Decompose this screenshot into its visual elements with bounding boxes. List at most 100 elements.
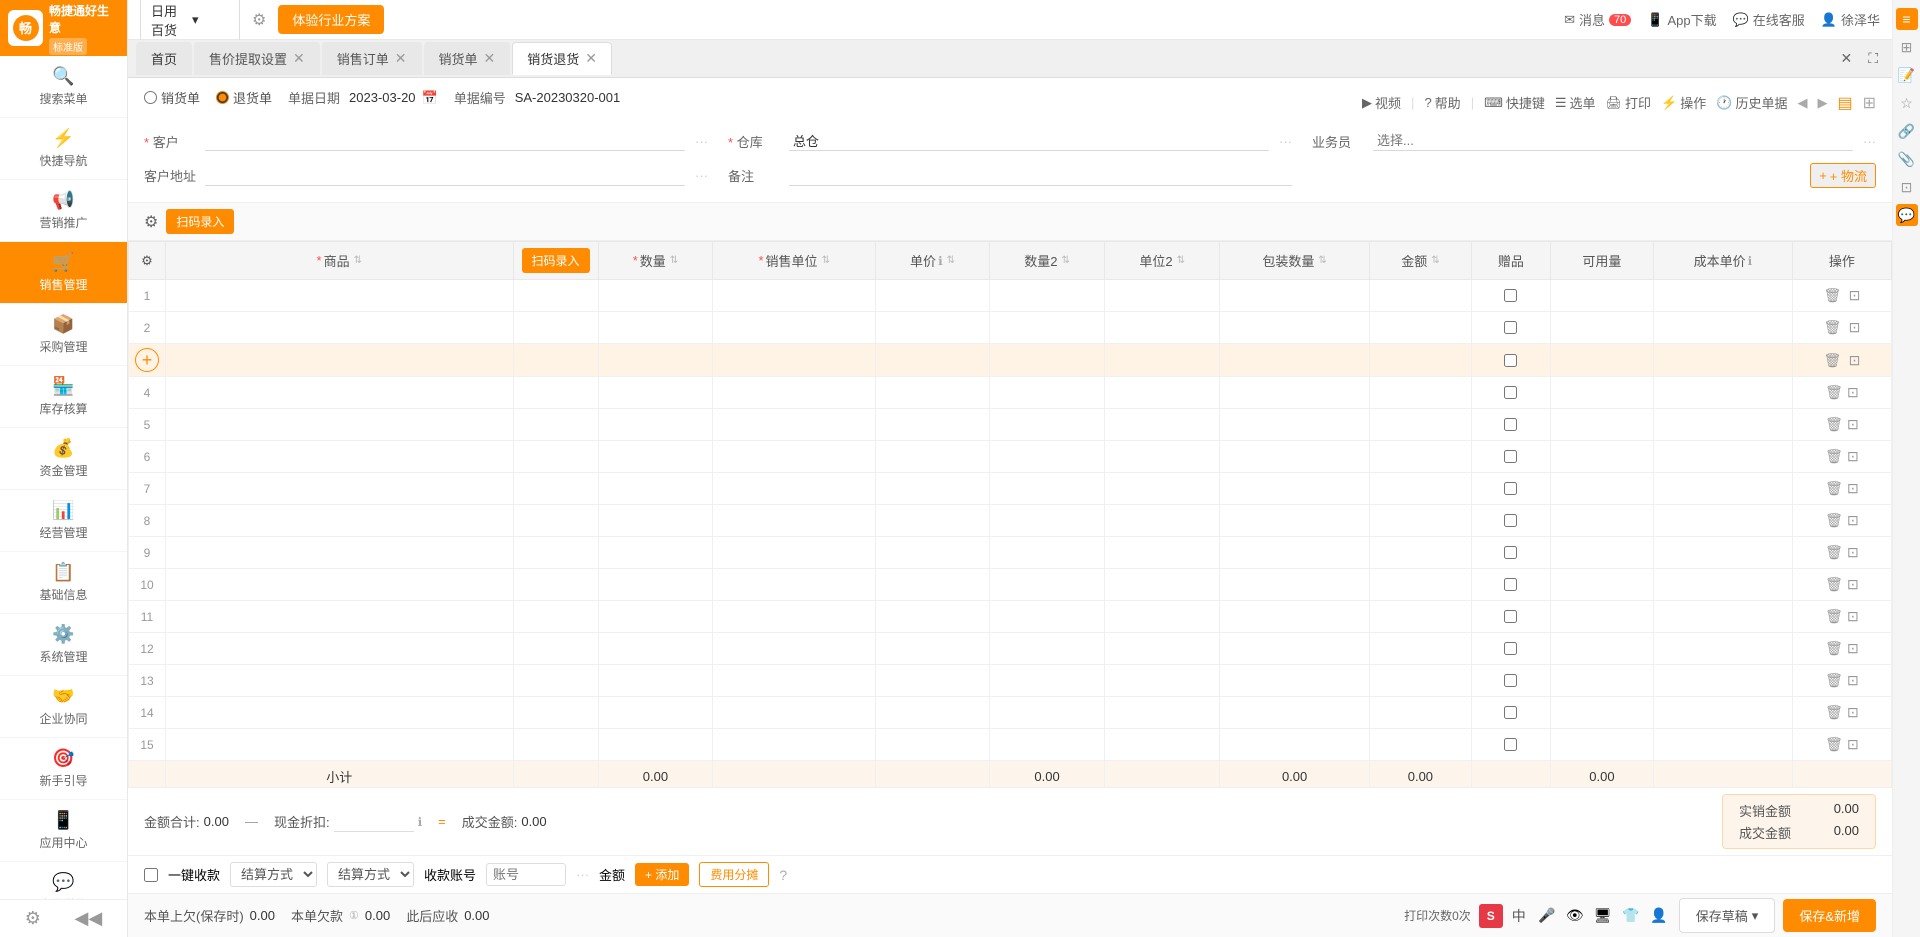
tab-maximize-btn[interactable]: ⛶ — [1862, 46, 1884, 71]
copy-row-btn[interactable]: ⊡ — [1845, 638, 1861, 659]
copy-row-btn[interactable]: ⊡ — [1845, 702, 1861, 723]
warehouse-picker-btn[interactable]: ··· — [1279, 134, 1292, 149]
bank-picker-btn[interactable]: ··· — [576, 867, 589, 882]
sidebar-item-search[interactable]: 🔍 搜索菜单 — [0, 56, 127, 118]
gift-checkbox[interactable] — [1504, 482, 1517, 495]
tab-sales-return[interactable]: 销货退货 ✕ — [512, 42, 612, 75]
tab-sales-delivery-close[interactable]: ✕ — [484, 50, 496, 67]
rt-star-btn[interactable]: ☆ — [1896, 92, 1918, 114]
pkg-qty-sort-icon[interactable]: ⇅ — [1318, 255, 1326, 266]
rt-notes-btn[interactable]: 📝 — [1896, 64, 1918, 86]
unit2-sort-icon[interactable]: ⇅ — [1177, 255, 1185, 266]
payment-help-icon[interactable]: ? — [779, 867, 787, 883]
col-settings[interactable]: ⚙ — [129, 242, 166, 280]
copy-row-btn[interactable]: ⊡ — [1845, 606, 1861, 627]
tab-price-setting-close[interactable]: ✕ — [293, 50, 305, 67]
copy-row-btn[interactable]: ⊡ — [1845, 382, 1861, 403]
col-scan-btn[interactable]: 扫码录入 — [522, 248, 590, 273]
sidebar-item-enterprise[interactable]: 🤝 企业协同 — [0, 676, 127, 738]
sidebar-item-purchase[interactable]: 📦 采购管理 — [0, 304, 127, 366]
delete-row-btn[interactable]: 🗑 — [1823, 734, 1845, 755]
split-btn[interactable]: 费用分摊 — [699, 862, 769, 887]
demo-btn[interactable]: 体验行业方案 — [278, 5, 384, 34]
sidebar-item-guide[interactable]: 🎯 新手引导 — [0, 738, 127, 800]
save-draft-btn[interactable]: 保存草稿 ▾ — [1679, 898, 1776, 933]
topbar-gear-icon[interactable]: ⚙ — [248, 6, 270, 34]
tab-sales-order[interactable]: 销售订单 ✕ — [322, 42, 422, 75]
amount-sort-icon[interactable]: ⇅ — [1431, 255, 1439, 266]
customer-input[interactable] — [205, 131, 685, 151]
sidebar-item-wechat[interactable]: 💬 企业微信 — [0, 862, 127, 899]
help-btn[interactable]: ? 帮助 — [1424, 93, 1460, 112]
taskbar-icon-shirt[interactable]: 👕 — [1619, 904, 1643, 928]
taskbar-icon-mic[interactable]: 🎤 — [1535, 904, 1559, 928]
delete-row-btn[interactable]: 🗑 — [1823, 638, 1845, 659]
cost-price-cell[interactable] — [1653, 312, 1792, 344]
history-btn[interactable]: 🕐 历史单据 — [1716, 93, 1787, 112]
qty2-cell[interactable] — [990, 312, 1105, 344]
copy-row-btn[interactable]: ⊡ — [1847, 317, 1863, 338]
copy-row-btn[interactable]: ⊡ — [1845, 574, 1861, 595]
operate-btn[interactable]: ⚡ 操作 — [1661, 93, 1706, 112]
copy-row-btn[interactable]: ⊡ — [1845, 510, 1861, 531]
sidebar-item-basic[interactable]: 📋 基础信息 — [0, 552, 127, 614]
nav-next-btn[interactable]: ▶ — [1817, 95, 1827, 111]
gift-checkbox[interactable] — [1504, 674, 1517, 687]
price-sort-icon[interactable]: ⇅ — [947, 255, 955, 266]
tab-home[interactable]: 首页 — [136, 42, 192, 75]
qty-cell[interactable] — [598, 344, 713, 377]
copy-row-btn[interactable]: ⊡ — [1847, 285, 1863, 306]
taskbar-icon-s[interactable]: S — [1479, 904, 1503, 928]
delete-row-btn[interactable]: 🗑 — [1823, 606, 1845, 627]
gift-checkbox[interactable] — [1504, 450, 1517, 463]
unit-cell[interactable] — [713, 344, 876, 377]
qty2-cell[interactable] — [990, 280, 1105, 312]
gift-cell[interactable] — [1471, 312, 1550, 344]
industry-select[interactable]: 日用百货 ▾ — [140, 0, 240, 44]
copy-row-btn[interactable]: ⊡ — [1845, 446, 1861, 467]
sidebar-item-shortcut[interactable]: ⚡ 快捷导航 — [0, 118, 127, 180]
available-cell[interactable] — [1550, 344, 1653, 377]
unit-cell[interactable] — [713, 280, 876, 312]
unit2-cell[interactable] — [1105, 280, 1220, 312]
amount-cell[interactable] — [1369, 280, 1471, 312]
remark-input[interactable] — [789, 166, 1292, 186]
delete-row-btn[interactable]: 🗑 — [1823, 382, 1845, 403]
delete-row-btn[interactable]: 🗑 — [1823, 478, 1845, 499]
pkg-qty-cell[interactable] — [1220, 344, 1370, 377]
calendar-icon[interactable]: 📅 — [422, 90, 438, 106]
delete-row-btn[interactable]: 🗑 — [1823, 702, 1845, 723]
tab-price-setting[interactable]: 售价提取设置 ✕ — [194, 42, 320, 75]
delete-row-btn[interactable]: 🗑 — [1823, 574, 1845, 595]
view-list-icon[interactable]: ▤ — [1837, 93, 1852, 113]
print-btn[interactable]: 🖨 打印 — [1606, 93, 1652, 112]
gift-checkbox[interactable] — [1504, 578, 1517, 591]
bank-input[interactable] — [486, 863, 566, 886]
online-service-btn[interactable]: 💬 在线客服 — [1733, 10, 1805, 29]
amount-cell[interactable] — [1369, 312, 1471, 344]
amount-cell[interactable] — [1369, 344, 1471, 377]
price-cell[interactable] — [876, 344, 990, 377]
gift-checkbox[interactable] — [1504, 610, 1517, 623]
tab-sales-return-close[interactable]: ✕ — [585, 50, 597, 67]
settlement-select[interactable]: 结算方式 — [230, 862, 317, 887]
delete-row-btn[interactable]: 🗑 — [1822, 317, 1844, 338]
add-payment-btn[interactable]: + 添加 — [635, 863, 689, 886]
radio-return-input[interactable] — [216, 91, 229, 104]
taskbar-icon-monitor[interactable]: 🖥 — [1591, 904, 1615, 928]
message-btn[interactable]: ✉ 消息 70 — [1564, 10, 1631, 29]
chevron-down-small-icon[interactable]: ▾ — [1752, 908, 1759, 924]
gift-checkbox[interactable] — [1504, 514, 1517, 527]
qty-cell[interactable] — [598, 312, 713, 344]
staff-picker-btn[interactable]: ··· — [1863, 134, 1876, 149]
sidebar-item-sales[interactable]: 🛒 销售管理 — [0, 242, 127, 304]
delete-row-btn[interactable]: 🗑 — [1823, 542, 1845, 563]
sidebar-item-inventory[interactable]: 🏪 库存核算 — [0, 366, 127, 428]
unit-cell[interactable] — [713, 312, 876, 344]
available-cell[interactable] — [1550, 312, 1653, 344]
sidebar-item-operation[interactable]: 📊 经营管理 — [0, 490, 127, 552]
qty2-sort-icon[interactable]: ⇅ — [1061, 255, 1069, 266]
tab-sales-order-close[interactable]: ✕ — [395, 50, 407, 67]
rt-active-btn[interactable]: 💬 — [1896, 204, 1918, 226]
product-input[interactable] — [172, 353, 507, 368]
